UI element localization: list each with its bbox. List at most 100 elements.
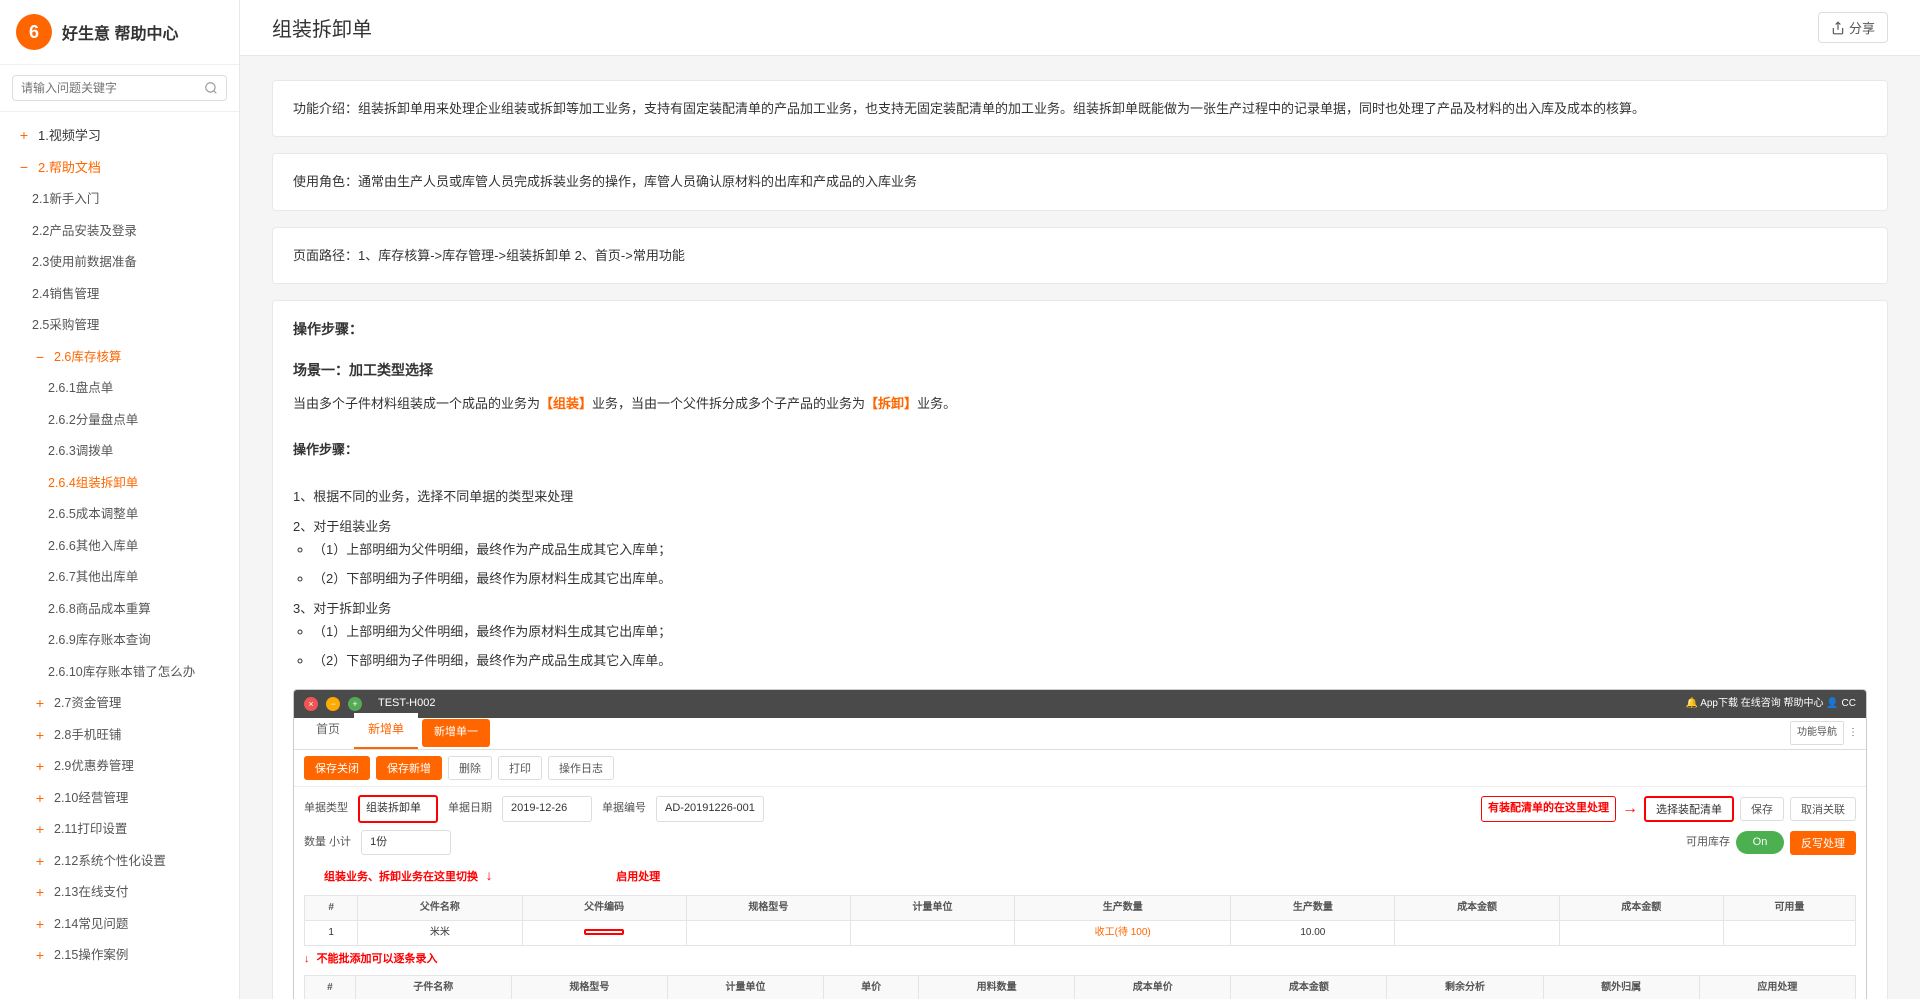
steps-title: 操作步骤：: [293, 317, 1867, 342]
sidebar-label-2-4: 2.4销售管理: [32, 286, 99, 304]
ss-tab-new-1[interactable]: 新增单一: [422, 719, 490, 747]
ss-tab-new[interactable]: 新增单: [354, 713, 418, 749]
sidebar-label-2-6-5: 2.6.5成本调整单: [48, 506, 138, 524]
ss-select-bom-btn[interactable]: 选择装配清单: [1644, 796, 1734, 822]
sidebar-item-2-3[interactable]: 2.3使用前数据准备: [0, 247, 239, 279]
ss-lower-col-name: 子件名称: [355, 976, 511, 999]
ss-toggle[interactable]: On: [1736, 831, 1784, 855]
ss-tab-home[interactable]: 首页: [302, 713, 354, 749]
sidebar-item-2-6-8[interactable]: 2.6.8商品成本重算: [0, 594, 239, 626]
sidebar-item-2-9[interactable]: + 2.9优惠券管理: [0, 751, 239, 783]
share-icon: [1831, 21, 1845, 35]
sidebar-item-2-7[interactable]: + 2.7资金管理: [0, 688, 239, 720]
sidebar-item-2-8[interactable]: + 2.8手机旺铺: [0, 720, 239, 752]
step3-sub: （1）上部明细为父件明细，最终作为原材料生成其它出库单； （2）下部明细为子件明…: [293, 620, 1867, 673]
ss-save-btn[interactable]: 保存: [1740, 797, 1784, 821]
sidebar-item-2-6-2[interactable]: 2.6.2分量盘点单: [0, 405, 239, 437]
sidebar-item-2-14[interactable]: + 2.14常见问题: [0, 909, 239, 941]
sidebar-item-2-6-5[interactable]: 2.6.5成本调整单: [0, 499, 239, 531]
search-icon: [204, 81, 218, 95]
ss-close: ×: [304, 697, 318, 711]
scene1-desc: 当由多个子件材料组装成一个成品的业务为【组装】业务，当由一个父件拆分成多个子产品…: [293, 392, 1867, 415]
ss-annotation-row: 组装业务、拆卸业务在这里切换 ↓ 启用处理: [304, 861, 1856, 890]
role-text: 使用角色：通常由生产人员或库管人员完成拆装业务的操作，库管人员确认原材料的出库和…: [293, 170, 1867, 193]
sidebar-item-2-6-7[interactable]: 2.6.7其他出库单: [0, 562, 239, 594]
sidebar-item-2-11[interactable]: + 2.11打印设置: [0, 814, 239, 846]
sidebar-item-2-12[interactable]: + 2.12系统个性化设置: [0, 846, 239, 878]
ss-cell-code: [522, 920, 686, 945]
sidebar-label-2-13: 2.13在线支付: [54, 884, 128, 902]
share-button[interactable]: 分享: [1818, 12, 1888, 43]
sidebar-item-2-6-3[interactable]: 2.6.3调拨单: [0, 436, 239, 468]
ss-code-input[interactable]: [584, 929, 624, 935]
step-3: 3、对于拆卸业务 （1）上部明细为父件明细，最终作为原材料生成其它出库单； （2…: [293, 597, 1867, 673]
sidebar-label-2-6-4: 2.6.4组装拆卸单: [48, 475, 138, 493]
sidebar-label-2-9: 2.9优惠券管理: [54, 758, 134, 776]
sidebar-item-2-6-10[interactable]: 2.6.10库存账本错了怎么办: [0, 657, 239, 689]
sidebar-label-1: 1.视频学习: [38, 127, 101, 145]
sidebar-label-2-3: 2.3使用前数据准备: [32, 254, 137, 272]
ss-log-btn[interactable]: 操作日志: [548, 756, 614, 780]
ss-upper-col-code: 父件编码: [522, 895, 686, 920]
sidebar-label-2-6-9: 2.6.9库存账本查询: [48, 632, 151, 650]
sidebar-item-2[interactable]: − 2.帮助文档: [0, 152, 239, 184]
expand-icon-2-8: +: [32, 728, 48, 744]
ss-upper-col-qty2: 生产数量: [1231, 895, 1395, 920]
sidebar-item-2-10[interactable]: + 2.10经营管理: [0, 783, 239, 815]
ss-cell-amt2: [1559, 920, 1723, 945]
ss-tabs: 首页 新增单 新增单一 功能导航 ⋮: [294, 718, 1866, 750]
ss-cell-qty2: 10.00: [1231, 920, 1395, 945]
search-box[interactable]: [12, 75, 227, 101]
ss-apply-btn[interactable]: 反写处理: [1790, 831, 1856, 855]
ss-bottom-annotation: ↓ 不能批添加可以逐条录入: [304, 946, 1856, 972]
sidebar-item-2-1[interactable]: 2.1新手入门: [0, 184, 239, 216]
ss-print-btn[interactable]: 打印: [498, 756, 542, 780]
ss-right-annotation: 启用处理: [616, 871, 660, 883]
sidebar-item-2-2[interactable]: 2.2产品安装及登录: [0, 216, 239, 248]
sidebar-item-2-13[interactable]: + 2.13在线支付: [0, 877, 239, 909]
sidebar-item-2-6[interactable]: − 2.6库存核算: [0, 342, 239, 374]
search-input[interactable]: [21, 81, 204, 95]
sidebar-label-2-6-3: 2.6.3调拨单: [48, 443, 113, 461]
scene1-title: 场景一：加工类型选择: [293, 358, 1867, 383]
ss-action-btn[interactable]: 功能导航: [1790, 721, 1844, 745]
sidebar-item-2-6-6[interactable]: 2.6.6其他入库单: [0, 531, 239, 563]
ss-upper-col-no: #: [305, 895, 358, 920]
ss-save-close-btn[interactable]: 保存关闭: [304, 756, 370, 780]
ss-no-label: 单据编号: [602, 799, 646, 819]
ss-upper-col-name: 父件名称: [358, 895, 522, 920]
ss-qty-value: 1份: [361, 830, 451, 856]
sidebar-item-1[interactable]: + 1.视频学习: [0, 120, 239, 152]
path-card: 页面路径：1、库存核算->库存管理->组装拆卸单 2、首页->常用功能: [272, 227, 1888, 284]
ss-toggle-area: 可用库存 On 反写处理: [1686, 831, 1856, 855]
screenshot-inner: × − + TEST-H002 🔔 App下载 在线咨询 帮助中心 👤 CC 首…: [294, 690, 1866, 999]
step-1: 1、根据不同的业务，选择不同单据的类型来处理: [293, 485, 1867, 508]
ss-dots: ⋮: [1848, 724, 1858, 742]
expand-icon: +: [16, 128, 32, 144]
ss-cancel-btn[interactable]: 取消关联: [1790, 797, 1856, 821]
sidebar-item-2-5[interactable]: 2.5采购管理: [0, 310, 239, 342]
nav-tree: + 1.视频学习 − 2.帮助文档 2.1新手入门 2.2产品安装及登录 2.3…: [0, 112, 239, 999]
sidebar-label-2-6-10: 2.6.10库存账本错了怎么办: [48, 664, 195, 682]
ss-min: −: [326, 697, 340, 711]
ss-lower-col-spec: 规格型号: [511, 976, 667, 999]
ss-right-icons: 🔔 App下载 在线咨询 帮助中心 👤 CC: [1686, 695, 1856, 713]
expand-icon-2-11: +: [32, 822, 48, 838]
ss-cell-spec: [686, 920, 850, 945]
ss-annotation-label: 有装配清单的在这里处理: [1481, 796, 1616, 822]
ss-upper-col-spec: 规格型号: [686, 895, 850, 920]
expand-icon-2-13: +: [32, 885, 48, 901]
sidebar-item-2-6-9[interactable]: 2.6.9库存账本查询: [0, 625, 239, 657]
ss-type-value[interactable]: 组装拆卸单: [358, 795, 438, 823]
ss-qty-label: 数量 小计: [304, 833, 351, 853]
sidebar-item-2-6-1[interactable]: 2.6.1盘点单: [0, 373, 239, 405]
ss-upper-row-1: 1 米米 收工(待 100) 10.00: [305, 920, 1856, 945]
ss-lower-col-unit: 计量单位: [667, 976, 823, 999]
ss-save-new-btn[interactable]: 保存新增: [376, 756, 442, 780]
ss-delete-btn[interactable]: 删除: [448, 756, 492, 780]
sidebar-item-2-6-4[interactable]: 2.6.4组装拆卸单: [0, 468, 239, 500]
sidebar-item-2-15[interactable]: + 2.15操作案例: [0, 940, 239, 972]
sidebar-item-2-4[interactable]: 2.4销售管理: [0, 279, 239, 311]
ss-lower-col-qty: 用料数量: [919, 976, 1075, 999]
path-text: 页面路径：1、库存核算->库存管理->组装拆卸单 2、首页->常用功能: [293, 244, 1867, 267]
